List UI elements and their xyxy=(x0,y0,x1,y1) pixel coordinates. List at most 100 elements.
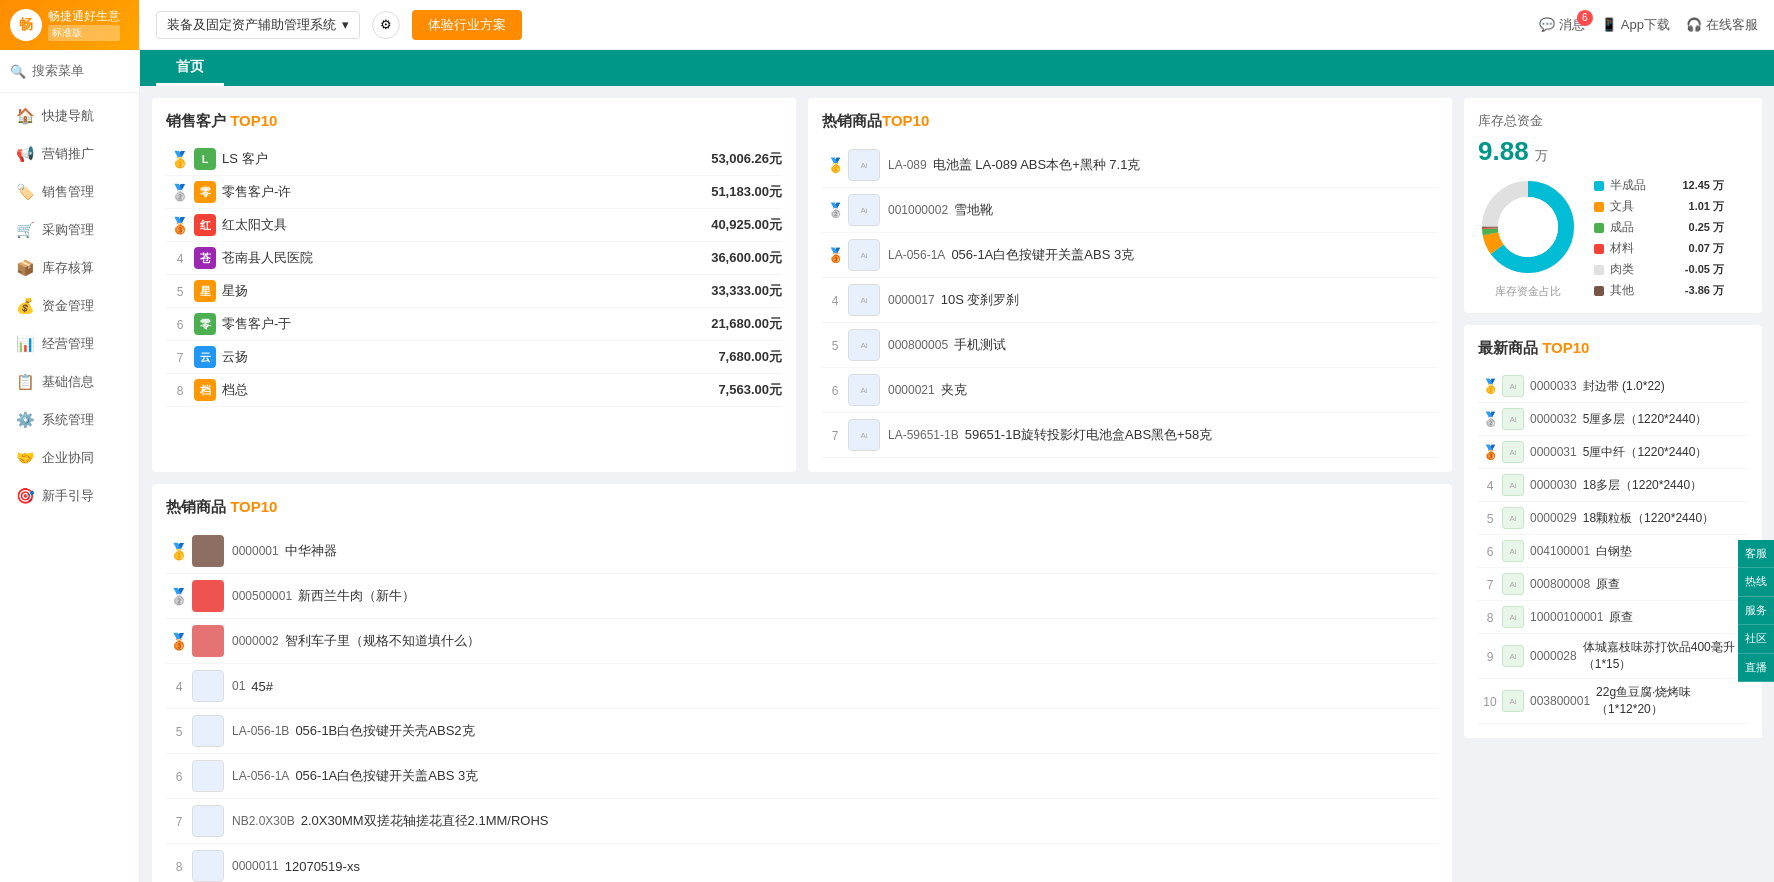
topbar: 装备及固定资产辅助管理系统 ▾ ⚙ 体验行业方案 💬 消息 6 📱 App下载 … xyxy=(140,0,1774,50)
rank-num: 8 xyxy=(177,384,184,398)
operation-icon: 📊 xyxy=(16,335,34,353)
hot-product-code: 01 xyxy=(232,679,245,693)
customer-row: 🥈 零 零售客户-许 51,183.00元 xyxy=(166,176,782,209)
sidebar-item-purchase[interactable]: 🛒 采购管理 xyxy=(0,211,139,249)
sidebar-item-finance[interactable]: 💰 资金管理 xyxy=(0,287,139,325)
customer-amount: 51,183.00元 xyxy=(711,183,782,201)
finance-icon: 💰 xyxy=(16,297,34,315)
hot-product-img: Ai xyxy=(848,374,880,406)
new-product-name: 白钢垫 xyxy=(1596,543,1748,560)
hot-product-name: 10S 变刹罗刹 xyxy=(941,291,1438,309)
sidebar-item-guide[interactable]: 🎯 新手引导 xyxy=(0,477,139,515)
new-products-title: 最新商品 TOP10 xyxy=(1478,339,1748,358)
sidebar-search-area[interactable]: 🔍 搜索菜单 xyxy=(0,50,139,93)
new-product-row: 🥇 Ai 0000033 封边带 (1.0*22) xyxy=(1478,370,1748,403)
logo-tag: 标准版 xyxy=(48,25,120,41)
customer-amount: 53,006.26元 xyxy=(711,150,782,168)
sidebar-item-system[interactable]: ⚙️ 系统管理 xyxy=(0,401,139,439)
sidebar-item-operation[interactable]: 📊 经营管理 xyxy=(0,325,139,363)
sidebar-item-inventory[interactable]: 📦 库存核算 xyxy=(0,249,139,287)
new-product-row: 8 Ai 10000100001 原查 xyxy=(1478,601,1748,634)
settings-button[interactable]: ⚙ xyxy=(372,11,400,39)
rank-medal: 4 xyxy=(166,251,194,266)
hot-product-img xyxy=(192,715,224,747)
system-select[interactable]: 装备及固定资产辅助管理系统 ▾ xyxy=(156,11,360,39)
float-service-item[interactable]: 热线 xyxy=(1738,568,1774,596)
hot-rank: 4 xyxy=(822,293,848,308)
new-product-code: 003800001 xyxy=(1530,694,1590,708)
customer-avatar: 零 xyxy=(194,181,216,203)
online-service-label: 在线客服 xyxy=(1706,16,1758,34)
new-product-rank: 6 xyxy=(1478,544,1502,559)
guide-icon: 🎯 xyxy=(16,487,34,505)
hot-product-code: LA-056-1A xyxy=(232,769,289,783)
legend-dot xyxy=(1594,202,1604,212)
rank-medal: 🥉 xyxy=(166,216,194,235)
hot-product-code: 0000017 xyxy=(888,293,935,307)
logo-title: 畅捷通好生意 xyxy=(48,9,120,25)
hot-bottom-row: 5 LA-056-1B 056-1B白色按键开关壳ABS2克 xyxy=(166,709,1438,754)
main-area: 装备及固定资产辅助管理系统 ▾ ⚙ 体验行业方案 💬 消息 6 📱 App下载 … xyxy=(140,0,1774,882)
new-product-rank: 5 xyxy=(1478,511,1502,526)
tab-home[interactable]: 首页 xyxy=(156,50,224,86)
hot-product-name: 056-1B白色按键开关壳ABS2克 xyxy=(295,722,1438,740)
hot-product-code: LA-056-1B xyxy=(232,724,289,738)
hot-product-row: 7 Ai LA-59651-1B 59651-1B旋转投影灯电池盒ABS黑色+5… xyxy=(822,413,1438,458)
new-product-code: 0000033 xyxy=(1530,379,1577,393)
message-button[interactable]: 💬 消息 6 xyxy=(1539,16,1585,34)
basic-info-icon: 📋 xyxy=(16,373,34,391)
customer-row: 8 档 档总 7,563.00元 xyxy=(166,374,782,407)
sidebar-item-quick-nav[interactable]: 🏠 快捷导航 xyxy=(0,97,139,135)
float-service-item[interactable]: 社区 xyxy=(1738,625,1774,653)
sidebar-item-marketing[interactable]: 📢 营销推广 xyxy=(0,135,139,173)
hot-product-img xyxy=(192,850,224,882)
new-product-img: Ai xyxy=(1502,540,1524,562)
new-product-img: Ai xyxy=(1502,474,1524,496)
new-product-code: 0000032 xyxy=(1530,412,1577,426)
hot-rank: 8 xyxy=(166,859,192,874)
rank-medal: 5 xyxy=(166,284,194,299)
sidebar-item-cooperation[interactable]: 🤝 企业协同 xyxy=(0,439,139,477)
legend-value: 0.07 万 xyxy=(1689,241,1724,256)
hot-product-name: 056-1A白色按键开关盖ABS 3克 xyxy=(951,246,1438,264)
float-service-item[interactable]: 客服 xyxy=(1738,540,1774,568)
logo-icon: 畅 xyxy=(10,9,42,41)
hot-rank: 🥈 xyxy=(822,202,848,218)
legend-label: 其他 xyxy=(1610,282,1679,299)
legend-dot xyxy=(1594,265,1604,275)
rank-medal: 6 xyxy=(166,317,194,332)
legend-item: 材料 0.07 万 xyxy=(1594,240,1724,257)
inventory-card: 库存总资金 9.88 万 xyxy=(1464,98,1762,313)
search-menu-button[interactable]: 🔍 搜索菜单 xyxy=(10,58,129,84)
sidebar-item-label-inventory: 库存核算 xyxy=(42,259,94,277)
app-download-button[interactable]: 📱 App下载 xyxy=(1601,16,1670,34)
hot-products-bottom-title: 热销商品 TOP10 xyxy=(166,498,1438,517)
float-service-item[interactable]: 直播 xyxy=(1738,654,1774,682)
online-service-button[interactable]: 🎧 在线客服 xyxy=(1686,16,1758,34)
customer-name: 零售客户-于 xyxy=(222,315,711,333)
customer-avatar: 红 xyxy=(194,214,216,236)
new-product-row: 4 Ai 0000030 18多层（1220*2440） xyxy=(1478,469,1748,502)
sidebar-item-sales[interactable]: 🏷️ 销售管理 xyxy=(0,173,139,211)
new-product-rank: 9 xyxy=(1478,649,1502,664)
rank-num: 4 xyxy=(177,252,184,266)
new-product-row: 10 Ai 003800001 22g鱼豆腐·烧烤味（1*12*20） xyxy=(1478,679,1748,724)
rank-medal: 🥈 xyxy=(166,183,194,202)
new-product-name: 18颗粒板（1220*2440） xyxy=(1583,510,1748,527)
customer-avatar: 星 xyxy=(194,280,216,302)
customer-name: 云扬 xyxy=(222,348,718,366)
try-button[interactable]: 体验行业方案 xyxy=(412,10,522,40)
hot-product-code: 0000021 xyxy=(888,383,935,397)
hot-bottom-row: 8 0000011 12070519-xs xyxy=(166,844,1438,882)
legend-label: 成品 xyxy=(1610,219,1683,236)
sidebar-item-basic-info[interactable]: 📋 基础信息 xyxy=(0,363,139,401)
new-product-name: 22g鱼豆腐·烧烤味（1*12*20） xyxy=(1596,684,1748,718)
inventory-ratio-label: 库存资金占比 xyxy=(1478,284,1578,299)
hot-bottom-row: 6 LA-056-1A 056-1A白色按键开关盖ABS 3克 xyxy=(166,754,1438,799)
float-service-item[interactable]: 服务 xyxy=(1738,597,1774,625)
customer-avatar: 档 xyxy=(194,379,216,401)
sidebar-item-label-finance: 资金管理 xyxy=(42,297,94,315)
hot-rank: 6 xyxy=(166,769,192,784)
hot-products-right-card: 热销商品TOP10 🥇 Ai LA-089 电池盖 LA-089 ABS本色+黑… xyxy=(808,98,1452,472)
new-product-rank: 4 xyxy=(1478,478,1502,493)
